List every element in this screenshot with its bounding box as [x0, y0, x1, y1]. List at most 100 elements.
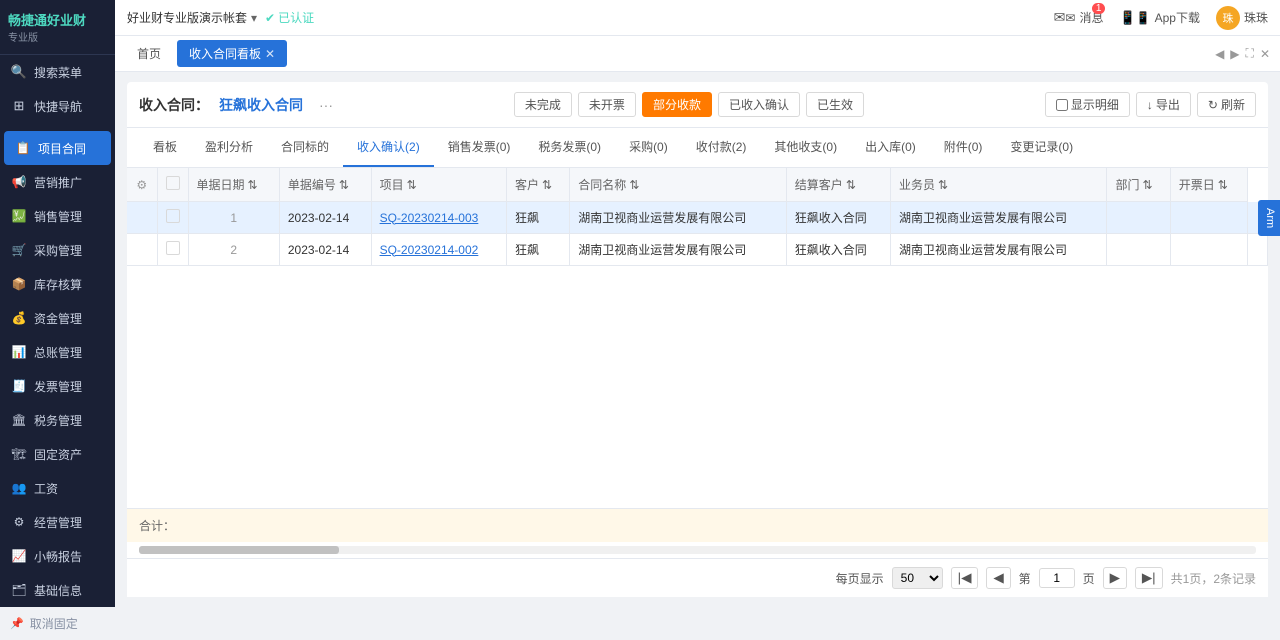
sidebar-item-fund[interactable]: 资金管理	[0, 301, 115, 335]
sidebar-item-sales[interactable]: 销售管理	[0, 199, 115, 233]
msg-button[interactable]: ✉ 1 消息	[1054, 9, 1104, 26]
pagination: 每页显示 50 20 100 |◀ ◀ 第 页 ▶ ▶| 共1页，2条记录	[127, 558, 1268, 597]
tab-close-icon[interactable]: ✕	[265, 47, 275, 61]
topbar-company[interactable]: 好业财专业版演示帐套 ▾	[127, 9, 257, 26]
basic-icon	[10, 581, 28, 599]
row-checkbox-1[interactable]	[157, 234, 188, 266]
sidebar-item-basic[interactable]: 基础信息	[0, 573, 115, 607]
sidebar-search[interactable]: 搜索菜单	[0, 55, 115, 89]
settings-icon[interactable]: ⚙	[136, 178, 147, 192]
tab-contract-board[interactable]: 收入合同看板 ✕	[177, 40, 287, 67]
tab-next-icon[interactable]: ▶	[1230, 47, 1239, 61]
sub-tab-kanban[interactable]: 看板	[139, 128, 191, 167]
sub-tab-confirm[interactable]: 收入确认(2)	[343, 128, 434, 167]
show-detail-checkbox[interactable]	[1056, 99, 1068, 111]
status-partial-payment[interactable]: 部分收款	[642, 92, 712, 117]
invoice-icon	[10, 377, 28, 395]
next-page-btn[interactable]: ▶	[1103, 567, 1127, 589]
th-order-no[interactable]: 单据编号⇅	[279, 168, 371, 202]
sub-tab-warehouse[interactable]: 出入库(0)	[851, 128, 930, 167]
status-not-invoiced[interactable]: 未开票	[578, 92, 636, 117]
page-input[interactable]	[1039, 568, 1075, 588]
row-order-no-1[interactable]: SQ-20230214-002	[371, 234, 506, 266]
th-contract[interactable]: 合同名称⇅	[570, 168, 787, 202]
right-panel: Arm	[1258, 200, 1280, 236]
sidebar-item-project[interactable]: 项目合同	[4, 131, 111, 165]
sidebar-item-tax[interactable]: 税务管理	[0, 403, 115, 437]
purchase-icon	[10, 241, 28, 259]
sidebar-item-general[interactable]: 总账管理	[0, 335, 115, 369]
per-page-select[interactable]: 50 20 100	[892, 567, 943, 589]
th-settle-customer[interactable]: 结算客户⇅	[786, 168, 890, 202]
sidebar-cancel-pin[interactable]: 📌 取消固定	[0, 607, 115, 640]
row-checkbox-0[interactable]	[157, 202, 188, 234]
row-contract-1: 狂飙收入合同	[786, 234, 890, 266]
sub-tab-tax-invoice[interactable]: 税务发票(0)	[524, 128, 615, 167]
horizontal-scrollbar[interactable]	[127, 542, 1268, 558]
sub-tab-changes[interactable]: 变更记录(0)	[996, 128, 1087, 167]
row-check-1[interactable]	[166, 241, 180, 255]
sub-tab-other[interactable]: 其他收支(0)	[760, 128, 851, 167]
scrollbar-thumb[interactable]	[139, 546, 339, 554]
sub-tab-attachment[interactable]: 附件(0)	[930, 128, 997, 167]
tab-maximize-icon[interactable]: ⛶	[1246, 46, 1254, 61]
sidebar-item-label: 基础信息	[34, 582, 82, 599]
refresh-btn[interactable]: ↻ 刷新	[1197, 92, 1256, 117]
th-date[interactable]: 单据日期⇅	[188, 168, 279, 202]
table-wrapper[interactable]: ⚙ 单据日期⇅ 单据编号⇅ 项	[127, 168, 1268, 508]
status-not-done[interactable]: 未完成	[514, 92, 572, 117]
th-dept[interactable]: 部门⇅	[1107, 168, 1170, 202]
content: 收入合同： 狂飙收入合同 ··· 未完成 未开票 部分收款 已收入确认 已生效 …	[115, 72, 1280, 607]
order-link-0[interactable]: SQ-20230214-003	[380, 211, 479, 225]
th-salesman[interactable]: 业务员⇅	[890, 168, 1107, 202]
sub-tab-profit[interactable]: 盈利分析	[191, 128, 267, 167]
row-project-0: 狂飙	[507, 202, 570, 234]
company-dropdown-icon[interactable]: ▾	[251, 11, 257, 25]
sub-tab-sales-invoice[interactable]: 销售发票(0)	[434, 128, 525, 167]
first-page-btn[interactable]: |◀	[951, 567, 979, 589]
th-project[interactable]: 项目⇅	[371, 168, 506, 202]
row-order-no-0[interactable]: SQ-20230214-003	[371, 202, 506, 234]
more-btn[interactable]: ···	[319, 97, 333, 113]
export-label: 导出	[1156, 96, 1180, 113]
user-menu[interactable]: 珠 珠珠	[1216, 6, 1268, 30]
status-effective[interactable]: 已生效	[806, 92, 864, 117]
right-panel-btn[interactable]: Arm	[1258, 200, 1280, 236]
sidebar-item-invoice[interactable]: 发票管理	[0, 369, 115, 403]
sidebar-quicknav[interactable]: 快捷导航	[0, 89, 115, 123]
th-invoice-date[interactable]: 开票日⇅	[1170, 168, 1247, 202]
sidebar-item-purchase[interactable]: 采购管理	[0, 233, 115, 267]
prev-page-btn[interactable]: ◀	[986, 567, 1010, 589]
sub-tab-payment[interactable]: 收付款(2)	[682, 128, 761, 167]
total-info: 共1页，2条记录	[1171, 570, 1256, 587]
sub-tab-subject[interactable]: 合同标的	[267, 128, 343, 167]
row-date-0: 2023-02-14	[279, 202, 371, 234]
export-btn[interactable]: ↓ 导出	[1136, 92, 1191, 117]
sub-tab-purchase[interactable]: 采购(0)	[615, 128, 682, 167]
sidebar-item-fixed[interactable]: 固定资产	[0, 437, 115, 471]
tab-home[interactable]: 首页	[125, 39, 173, 68]
select-all-checkbox[interactable]	[166, 176, 180, 190]
marketing-icon	[10, 173, 28, 191]
sidebar-item-ops[interactable]: 经营管理	[0, 505, 115, 539]
sidebar-item-hr[interactable]: 工资	[0, 471, 115, 505]
sidebar-item-marketing[interactable]: 营销推广	[0, 165, 115, 199]
sidebar-item-label: 固定资产	[34, 446, 82, 463]
tab-close-all-icon[interactable]: ✕	[1260, 47, 1270, 61]
th-customer[interactable]: 客户⇅	[507, 168, 570, 202]
row-check-0[interactable]	[166, 209, 180, 223]
tab-prev-icon[interactable]: ◀	[1215, 47, 1224, 61]
logo-sub: 专业版	[8, 29, 107, 44]
export-icon: ↓	[1147, 98, 1153, 112]
table-header-row: ⚙ 单据日期⇅ 单据编号⇅ 项	[127, 168, 1268, 202]
show-detail-btn[interactable]: 显示明细	[1045, 92, 1130, 117]
sidebar-item-report[interactable]: 小畅报告	[0, 539, 115, 573]
status-confirmed[interactable]: 已收入确认	[718, 92, 800, 117]
app-download-button[interactable]: 📱 App下载	[1119, 9, 1200, 26]
last-page-btn[interactable]: ▶|	[1135, 567, 1163, 589]
topbar: 好业财专业版演示帐套 ▾ ✔ 已认证 ✉ 1 消息 📱 App下载 珠 珠珠	[115, 0, 1280, 36]
sidebar-item-stock[interactable]: 库存核算	[0, 267, 115, 301]
topbar-right: ✉ 1 消息 📱 App下载 珠 珠珠	[1054, 6, 1268, 30]
order-link-1[interactable]: SQ-20230214-002	[380, 243, 479, 257]
row-gear-0	[127, 202, 157, 234]
